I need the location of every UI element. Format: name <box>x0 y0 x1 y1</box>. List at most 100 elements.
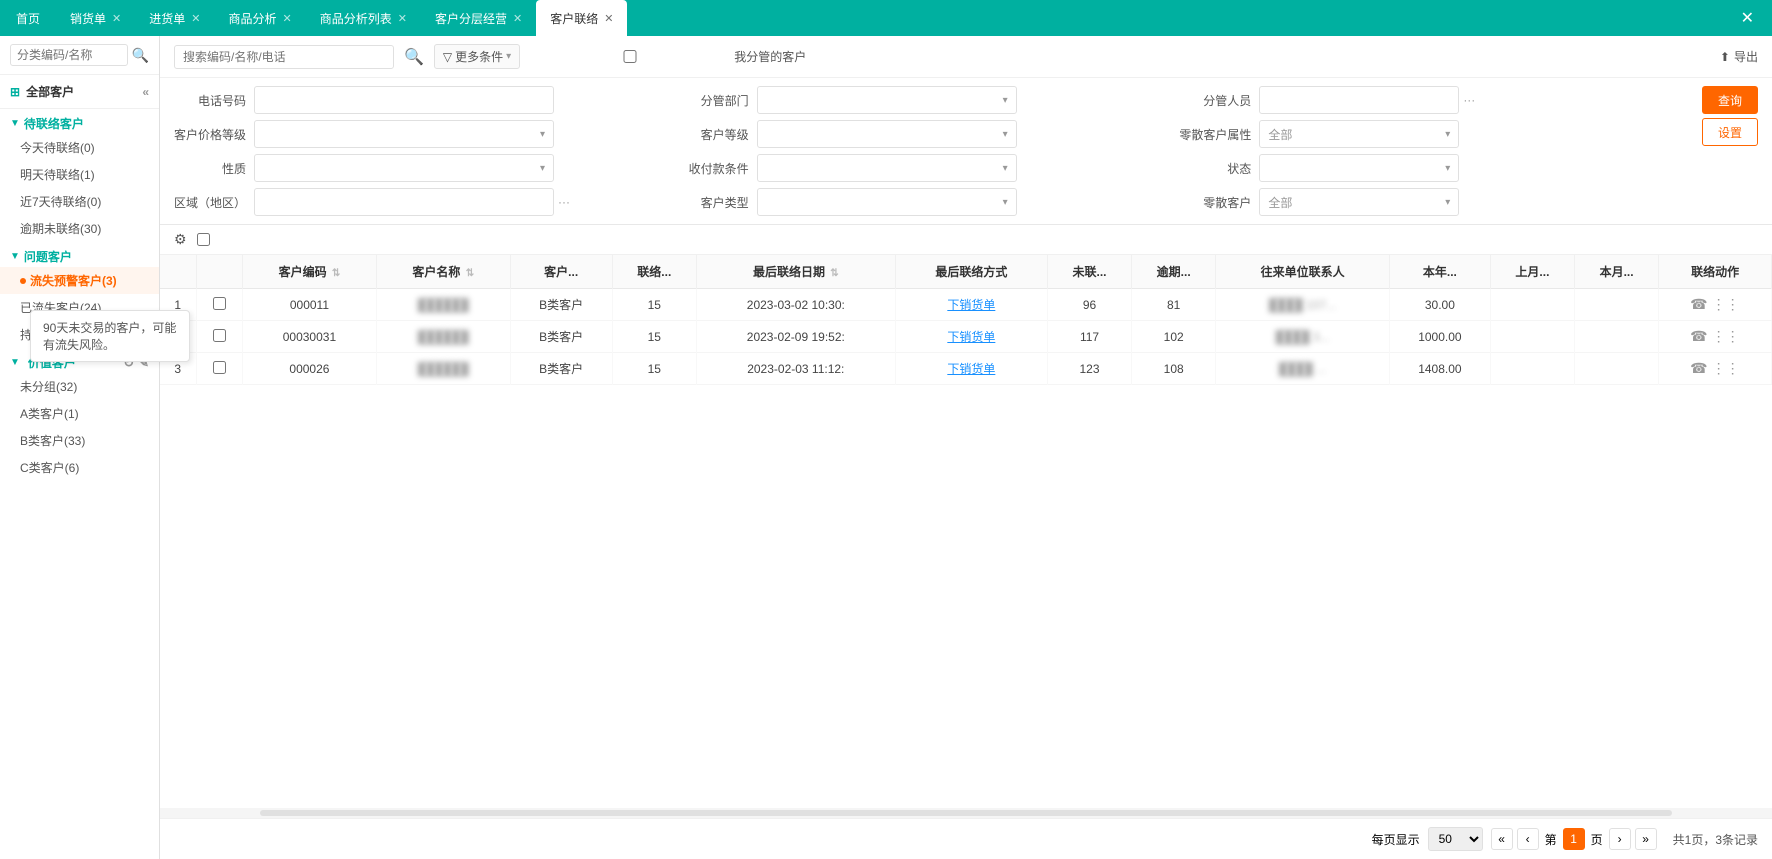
export-btn[interactable]: ⬆ 导出 <box>1720 48 1758 65</box>
dept-select[interactable]: ▾ <box>757 86 1017 114</box>
last-page-btn[interactable]: » <box>1635 828 1657 850</box>
row-checkbox[interactable] <box>213 361 226 374</box>
tab-customer-layer[interactable]: 客户分层经营 ✕ <box>421 0 536 36</box>
tab-analysis[interactable]: 商品分析 ✕ <box>214 0 305 36</box>
action-contact-icon[interactable]: ☎ <box>1690 296 1707 313</box>
col-this-month: 本月... <box>1575 255 1659 289</box>
cell-check[interactable] <box>196 321 243 353</box>
more-filter-btn[interactable]: ▽ 更多条件 ▾ <box>434 44 520 69</box>
table-row: 3 000026 ██████ B类客户 15 2023-02-03 11:12… <box>160 353 1772 385</box>
price-level-label: 客户价格等级 <box>174 126 254 143</box>
col-code[interactable]: 客户编码 ⇅ <box>243 255 377 289</box>
cell-action[interactable]: ☎ ⋮⋮ <box>1659 321 1771 352</box>
col-name[interactable]: 客户名称 ⇅ <box>376 255 510 289</box>
cell-name: ██████ <box>376 321 510 353</box>
cell-unit-contact: ████ 3... <box>1216 321 1390 353</box>
cell-last-way[interactable]: 下销货单 <box>895 321 1047 353</box>
action-contact-icon[interactable]: ☎ <box>1690 328 1707 345</box>
search-icon-btn[interactable]: 🔍 <box>404 47 424 67</box>
prev-page-btn[interactable]: ‹ <box>1517 828 1539 850</box>
sidebar-item-today[interactable]: 今天待联络(0) <box>0 134 159 161</box>
customer-type-select[interactable]: ▾ <box>757 188 1017 216</box>
close-icon[interactable]: ✕ <box>283 12 292 25</box>
sidebar-all-customers[interactable]: ⊞ 全部客户 « <box>0 75 159 109</box>
more-options-icon[interactable]: ··· <box>1459 93 1479 107</box>
sidebar-item-overdue[interactable]: 逾期未联络(30) <box>0 215 159 242</box>
row-checkbox[interactable] <box>213 329 226 342</box>
close-icon[interactable]: ✕ <box>604 12 613 25</box>
nature-select[interactable]: ▾ <box>254 154 554 182</box>
cell-action[interactable]: ☎ ⋮⋮ <box>1659 289 1771 320</box>
col-last-date[interactable]: 最后联络日期 ⇅ <box>696 255 895 289</box>
sidebar-group-pending[interactable]: ▼ 待联络客户 <box>0 109 159 134</box>
tab-customer-contact[interactable]: 客户联络 ✕ <box>536 0 627 36</box>
page-label: 第 <box>1545 831 1557 848</box>
close-icon[interactable]: ✕ <box>513 12 522 25</box>
tab-analysis-list[interactable]: 商品分析列表 ✕ <box>306 0 421 36</box>
search-input[interactable] <box>174 45 394 69</box>
sidebar-search-input[interactable] <box>10 44 128 66</box>
zero-customer-label: 零散客户 <box>1179 194 1259 211</box>
region-select[interactable] <box>254 188 554 216</box>
cell-action[interactable]: ☎ ⋮⋮ <box>1659 353 1771 384</box>
action-more-icon[interactable]: ⋮⋮ <box>1712 360 1740 377</box>
sidebar-item-tomorrow[interactable]: 明天待联络(1) <box>0 161 159 188</box>
sidebar-item-ungrouped[interactable]: 未分组(32) <box>0 373 159 400</box>
select-all-checkbox[interactable] <box>197 233 210 246</box>
cell-check[interactable] <box>196 353 243 385</box>
zero-attr-select[interactable]: 全部 ▾ <box>1259 120 1459 148</box>
price-level-select[interactable]: ▾ <box>254 120 554 148</box>
action-contact-icon[interactable]: ☎ <box>1690 360 1707 377</box>
cell-last-month <box>1490 289 1574 321</box>
person-select[interactable] <box>1259 86 1459 114</box>
close-icon[interactable]: ✕ <box>191 12 200 25</box>
cell-check[interactable] <box>196 289 243 321</box>
table-row: 1 000011 ██████ B类客户 15 2023-03-02 10:30… <box>160 289 1772 321</box>
col-this-year: 本年... <box>1389 255 1490 289</box>
window-close-icon[interactable]: ✕ <box>1733 4 1762 32</box>
sidebar-item-class-b[interactable]: B类客户(33) <box>0 427 159 454</box>
total-info: 共1页，3条记录 <box>1673 831 1758 848</box>
setting-button[interactable]: 设置 <box>1702 118 1758 146</box>
next-page-btn[interactable]: › <box>1609 828 1631 850</box>
row-checkbox[interactable] <box>213 297 226 310</box>
sidebar-item-class-c[interactable]: C类客户(6) <box>0 454 159 481</box>
close-icon[interactable]: ✕ <box>398 12 407 25</box>
content-area: 🔍 ▽ 更多条件 ▾ 我分管的客户 ⬆ 导出 <box>160 36 1772 859</box>
cell-last-way[interactable]: 下销货单 <box>895 289 1047 321</box>
col-no-contact: 未联... <box>1047 255 1131 289</box>
my-customers-checkbox[interactable] <box>530 50 730 63</box>
scrollbar-track[interactable] <box>260 810 1672 816</box>
sidebar-item-class-a[interactable]: A类客户(1) <box>0 400 159 427</box>
first-page-btn[interactable]: « <box>1491 828 1513 850</box>
action-more-icon[interactable]: ⋮⋮ <box>1712 328 1740 345</box>
grid-icon: ⊞ <box>10 85 20 99</box>
cell-last-way[interactable]: 下销货单 <box>895 353 1047 385</box>
zero-attr-label: 零散客户属性 <box>1179 126 1259 143</box>
chevron-down-icon: ▾ <box>1445 129 1450 140</box>
sidebar-item-7days[interactable]: 近7天待联络(0) <box>0 188 159 215</box>
status-select[interactable]: ▾ <box>1259 154 1459 182</box>
tab-sales[interactable]: 销货单 ✕ <box>56 0 135 36</box>
table-toolbar: ⚙ <box>160 225 1772 255</box>
sidebar-group-problem[interactable]: ▼ 问题客户 <box>0 242 159 267</box>
tab-home[interactable]: 首页 <box>0 0 56 36</box>
region-more-icon[interactable]: ··· <box>554 195 574 209</box>
sidebar-item-churn-warning[interactable]: 流失预警客户(3) <box>0 267 159 294</box>
horizontal-scrollbar[interactable] <box>160 808 1772 818</box>
tab-purchase[interactable]: 进货单 ✕ <box>135 0 214 36</box>
close-icon[interactable]: ✕ <box>112 12 121 25</box>
per-page-select[interactable]: 50 100 200 <box>1428 827 1483 851</box>
payment-select[interactable]: ▾ <box>757 154 1017 182</box>
person-label: 分管人员 <box>1179 92 1259 109</box>
zero-customer-select[interactable]: 全部 ▾ <box>1259 188 1459 216</box>
query-button[interactable]: 查询 <box>1702 86 1758 114</box>
my-customers-filter[interactable]: 我分管的客户 <box>530 48 806 65</box>
gear-icon[interactable]: ⚙ <box>174 231 187 248</box>
phone-input[interactable] <box>254 86 554 114</box>
action-more-icon[interactable]: ⋮⋮ <box>1712 296 1740 313</box>
customer-level-select[interactable]: ▾ <box>757 120 1017 148</box>
collapse-icon[interactable]: « <box>142 85 149 99</box>
cell-this-month <box>1575 353 1659 385</box>
cell-this-year: 30.00 <box>1389 289 1490 321</box>
